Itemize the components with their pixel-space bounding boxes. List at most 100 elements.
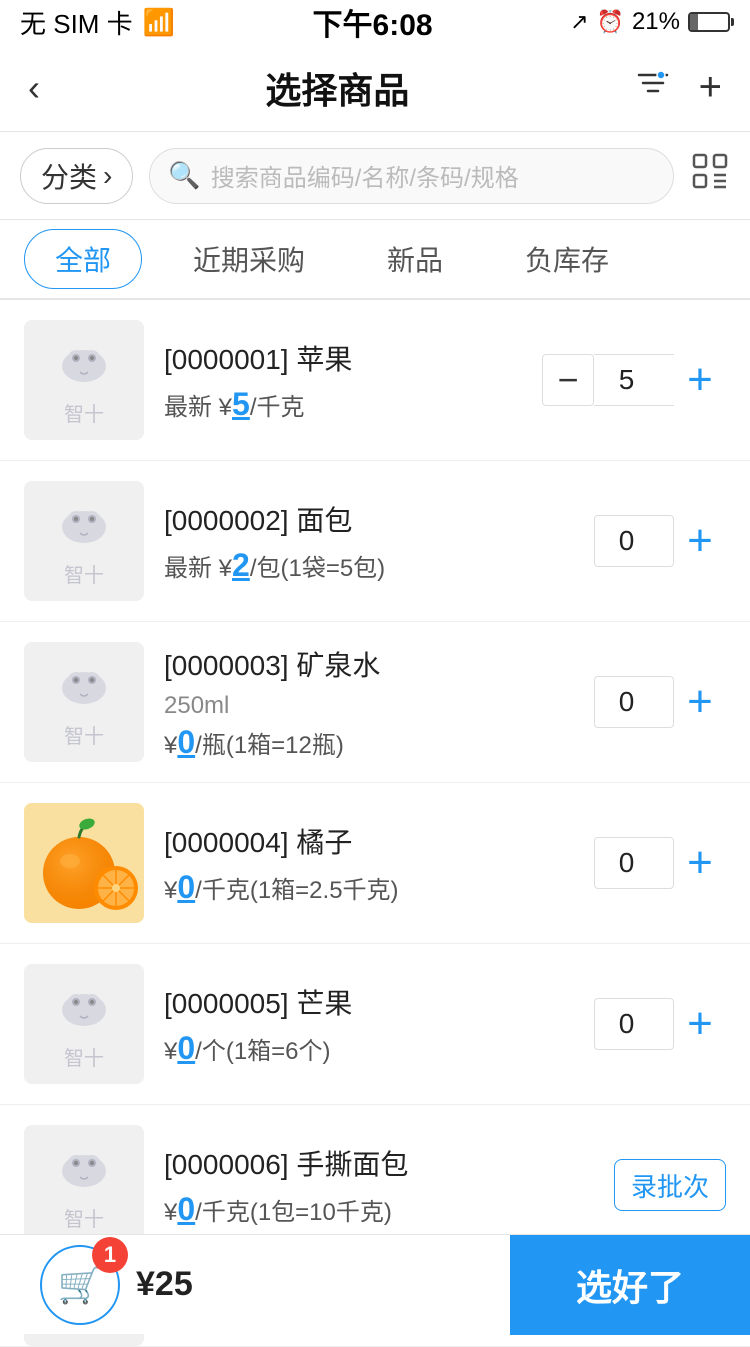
placeholder-owl-icon-3: [56, 656, 112, 716]
price-prefix: 最新 ¥: [164, 394, 232, 421]
search-placeholder: 搜索商品编码/名称/条码/规格: [211, 158, 519, 193]
quantity-plus-button-0000001[interactable]: +: [674, 354, 726, 406]
cart-badge: 1: [92, 1237, 128, 1273]
product-info-0000006: [0000006] 手撕面包 ¥0/千克(1包=10千克): [164, 1143, 602, 1228]
quantity-control-0000001: − +: [542, 354, 726, 406]
product-price-0000001: 最新 ¥5/千克: [164, 386, 530, 423]
product-name-0000002: [0000002] 面包: [164, 499, 582, 539]
quantity-control-0000002: +: [594, 515, 726, 567]
price-unit-3: /瓶(1箱=12瓶): [195, 732, 344, 759]
status-time: 下午6:08: [313, 0, 433, 44]
price-prefix-2: 最新 ¥: [164, 555, 232, 582]
price-value-5: 0: [177, 1030, 195, 1066]
product-list: 智十 [0000001] 苹果 最新 ¥5/千克 − +: [0, 300, 750, 1347]
product-item-0000001: 智十 [0000001] 苹果 最新 ¥5/千克 − +: [0, 300, 750, 461]
product-info-0000001: [0000001] 苹果 最新 ¥5/千克: [164, 338, 530, 423]
quantity-input-0000003[interactable]: [594, 676, 674, 728]
price-value-2: 2: [232, 547, 250, 583]
product-info-0000005: [0000005] 芒果 ¥0/个(1箱=6个): [164, 982, 582, 1067]
wifi-icon: 📶: [143, 7, 175, 38]
nav-actions: +: [635, 65, 722, 110]
tab-all[interactable]: 全部: [24, 229, 142, 289]
product-info-0000002: [0000002] 面包 最新 ¥2/包(1袋=5包): [164, 499, 582, 584]
search-icon: 🔍: [168, 160, 200, 191]
battery-percent: 21%: [632, 8, 680, 36]
product-item-0000002: 智十 [0000002] 面包 最新 ¥2/包(1袋=5包) +: [0, 461, 750, 622]
confirm-button[interactable]: 选好了: [510, 1235, 750, 1335]
quantity-plus-button-0000002[interactable]: +: [674, 515, 726, 567]
placeholder-owl-icon-5: [56, 978, 112, 1038]
cart-total: ¥25: [136, 1265, 193, 1304]
price-value-4: 0: [177, 869, 195, 905]
status-bar: 无 SIM 卡 📶 下午6:08 ↗ ⏰ 21%: [0, 0, 750, 44]
price-prefix-6: ¥: [164, 1199, 177, 1226]
alarm-icon: ⏰: [597, 9, 624, 35]
price-unit-2: /包(1袋=5包): [250, 555, 385, 582]
quantity-control-0000005: +: [594, 998, 726, 1050]
product-image-0000003: 智十: [24, 642, 144, 762]
tab-new[interactable]: 新品: [356, 229, 474, 289]
placeholder-owl-icon: [56, 334, 112, 394]
product-image-0000005: 智十: [24, 964, 144, 1084]
product-price-0000003: ¥0/瓶(1箱=12瓶): [164, 724, 582, 761]
cart-icon-wrap[interactable]: 🛒 1: [40, 1245, 120, 1325]
price-prefix-3: ¥: [164, 732, 177, 759]
product-name-0000001: [0000001] 苹果: [164, 338, 530, 378]
tab-recent-purchase[interactable]: 近期采购: [162, 229, 336, 289]
quantity-minus-button-0000001[interactable]: −: [542, 354, 594, 406]
product-image-0000004: [24, 803, 144, 923]
quantity-input-0000004[interactable]: [594, 837, 674, 889]
product-image-0000002: 智十: [24, 481, 144, 601]
product-info-0000003: [0000003] 矿泉水 250ml ¥0/瓶(1箱=12瓶): [164, 644, 582, 761]
location-icon: ↗: [570, 9, 588, 35]
price-unit: /千克: [250, 394, 305, 421]
nav-bar: ‹ 选择商品 +: [0, 44, 750, 132]
placeholder-brand-text-2: 智十: [64, 559, 104, 588]
placeholder-owl-icon-6: [56, 1139, 112, 1199]
product-item-0000004: [0000004] 橘子 ¥0/千克(1箱=2.5千克) +: [0, 783, 750, 944]
price-value: 5: [232, 386, 250, 422]
add-product-button[interactable]: +: [699, 65, 722, 110]
quantity-plus-button-0000004[interactable]: +: [674, 837, 726, 889]
price-unit-6: /千克(1包=10千克): [195, 1199, 392, 1226]
price-unit-4: /千克(1箱=2.5千克): [195, 877, 398, 904]
quantity-control-0000004: +: [594, 837, 726, 889]
product-name-0000003: [0000003] 矿泉水: [164, 644, 582, 684]
placeholder-brand-text-5: 智十: [64, 1042, 104, 1071]
tab-negative-stock[interactable]: 负库存: [494, 229, 640, 289]
category-arrow-icon: ›: [103, 160, 112, 192]
quantity-control-0000003: +: [594, 676, 726, 728]
quantity-plus-button-0000003[interactable]: +: [674, 676, 726, 728]
status-right: ↗ ⏰ 21%: [570, 8, 730, 36]
product-price-0000004: ¥0/千克(1箱=2.5千克): [164, 869, 582, 906]
product-name-0000004: [0000004] 橘子: [164, 821, 582, 861]
quantity-input-0000005[interactable]: [594, 998, 674, 1050]
product-price-0000002: 最新 ¥2/包(1袋=5包): [164, 547, 582, 584]
back-button[interactable]: ‹: [28, 67, 40, 109]
price-prefix-5: ¥: [164, 1038, 177, 1065]
category-button[interactable]: 分类 ›: [20, 148, 133, 204]
price-prefix-4: ¥: [164, 877, 177, 904]
price-unit-5: /个(1箱=6个): [195, 1038, 330, 1065]
product-name-0000005: [0000005] 芒果: [164, 982, 582, 1022]
quantity-input-0000001[interactable]: [594, 354, 674, 406]
quantity-input-0000002[interactable]: [594, 515, 674, 567]
filter-icon[interactable]: [635, 65, 671, 110]
price-value-6: 0: [177, 1191, 195, 1227]
sim-status: 无 SIM 卡: [20, 4, 133, 41]
status-left: 无 SIM 卡 📶: [20, 4, 175, 41]
record-batch-button-0000006[interactable]: 录批次: [614, 1159, 726, 1211]
product-image-0000001: 智十: [24, 320, 144, 440]
page-title: 选择商品: [265, 62, 409, 114]
scan-button[interactable]: [690, 151, 730, 200]
product-spec-0000003: 250ml: [164, 692, 582, 720]
placeholder-brand-text-6: 智十: [64, 1203, 104, 1232]
placeholder-brand-text: 智十: [64, 398, 104, 427]
quantity-plus-button-0000005[interactable]: +: [674, 998, 726, 1050]
product-item-0000005: 智十 [0000005] 芒果 ¥0/个(1箱=6个) +: [0, 944, 750, 1105]
tabs-bar: 全部 近期采购 新品 负库存: [0, 220, 750, 300]
search-box[interactable]: 🔍 搜索商品编码/名称/条码/规格: [149, 148, 674, 204]
battery-icon: [688, 12, 730, 32]
category-label: 分类: [41, 156, 97, 196]
placeholder-brand-text-3: 智十: [64, 720, 104, 749]
